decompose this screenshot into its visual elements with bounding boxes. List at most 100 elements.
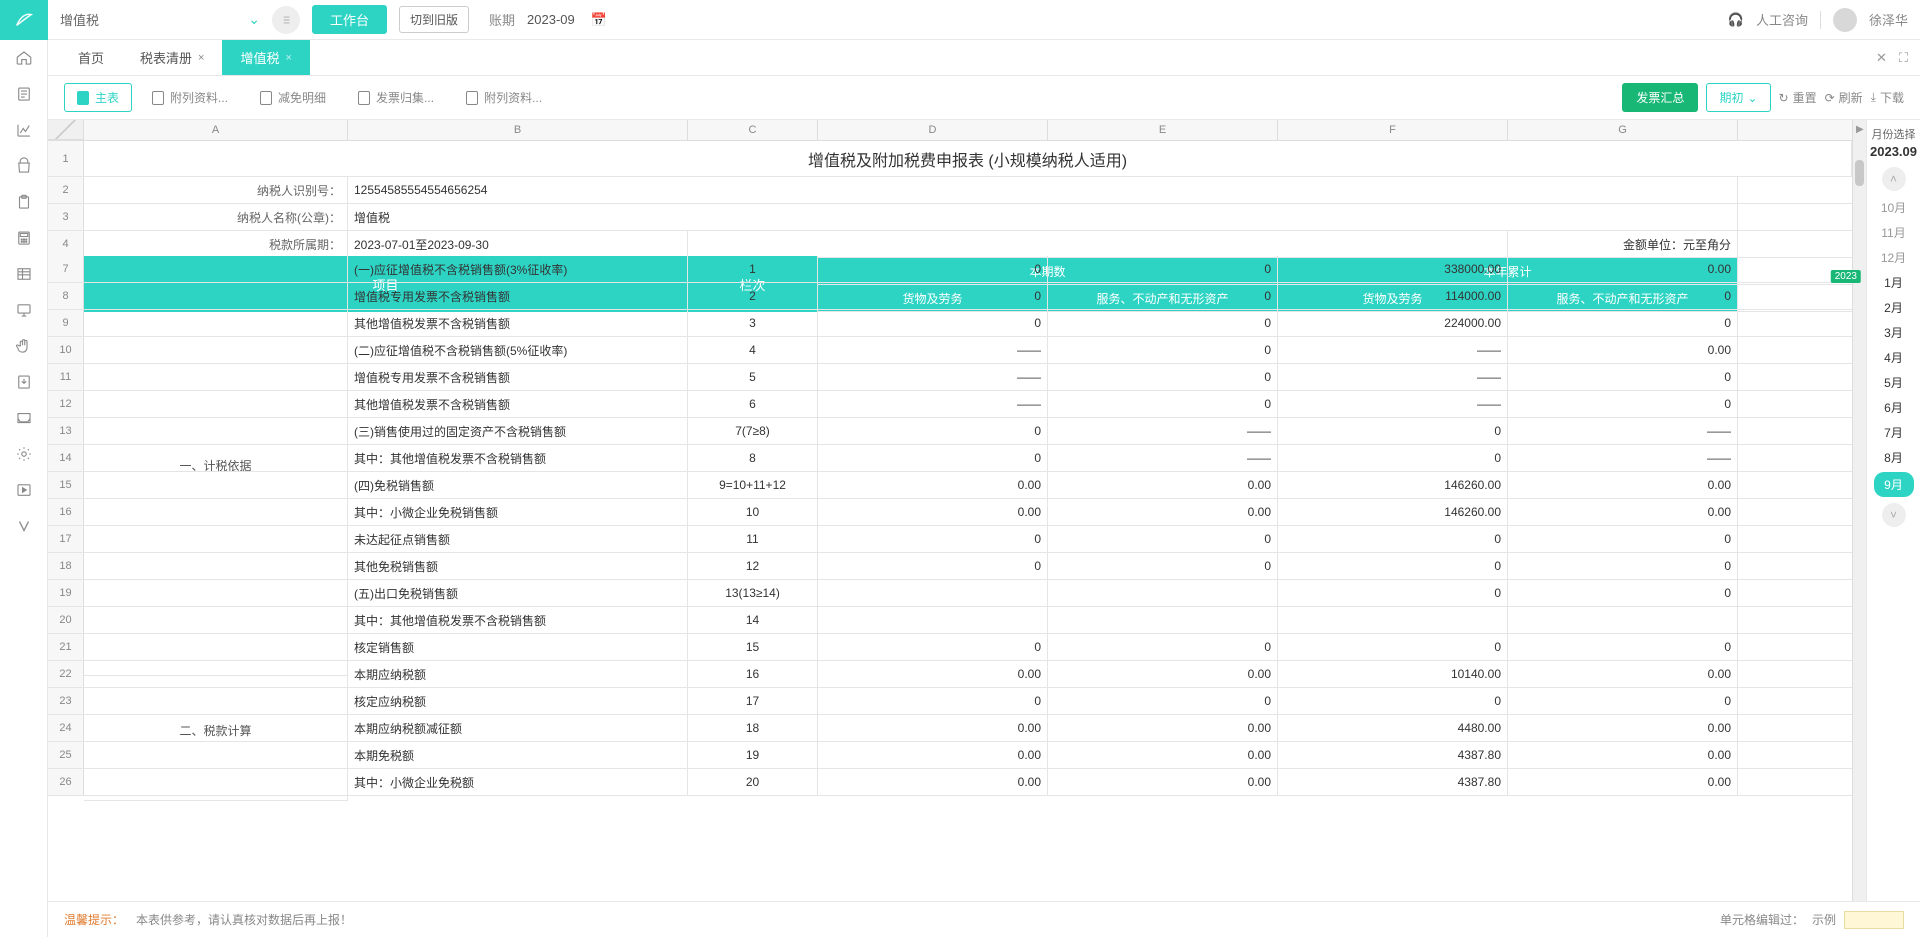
col-cell[interactable]: 2 — [688, 283, 818, 309]
tab-增值税[interactable]: 增值税× — [222, 40, 309, 75]
period-init-button[interactable]: 期初⌄ — [1706, 83, 1770, 112]
item-cell[interactable]: (五)出口免税销售额 — [348, 580, 688, 606]
item-cell[interactable]: (三)销售使用过的固定资产不含税销售额 — [348, 418, 688, 444]
col-cell[interactable]: 10 — [688, 499, 818, 525]
data-cell[interactable]: 0 — [1048, 283, 1278, 309]
data-cell[interactable]: —— — [1508, 445, 1738, 471]
col-cell[interactable]: 18 — [688, 715, 818, 741]
month-nav-up[interactable]: ˄ — [1882, 167, 1906, 191]
item-cell[interactable]: 增值税专用发票不含税销售额 — [348, 283, 688, 309]
data-cell[interactable]: 4387.80 — [1278, 742, 1508, 768]
row-header[interactable]: 14 — [48, 445, 84, 471]
data-cell[interactable]: 0.00 — [818, 661, 1048, 687]
col-cell[interactable]: 15 — [688, 634, 818, 660]
data-cell[interactable]: 0.00 — [1048, 661, 1278, 687]
list-icon[interactable] — [272, 6, 300, 34]
data-cell[interactable]: 338000.00 — [1278, 256, 1508, 282]
month-option[interactable]: 4月 — [1867, 345, 1920, 370]
data-cell[interactable]: 0.00 — [1048, 769, 1278, 795]
col-header[interactable]: A — [84, 120, 348, 140]
data-cell[interactable]: 114000.00 — [1278, 283, 1508, 309]
col-cell[interactable]: 3 — [688, 310, 818, 336]
data-cell[interactable]: 0 — [1048, 337, 1278, 363]
data-cell[interactable]: 0.00 — [818, 769, 1048, 795]
col-cell[interactable]: 13(13≥14) — [688, 580, 818, 606]
month-option[interactable]: 7月 — [1867, 420, 1920, 445]
data-cell[interactable]: 0.00 — [818, 715, 1048, 741]
data-cell[interactable]: 0 — [1048, 526, 1278, 552]
consult-link[interactable]: 人工咨询 — [1756, 10, 1808, 29]
data-cell[interactable] — [818, 580, 1048, 606]
row-header[interactable]: 20 — [48, 607, 84, 633]
col-header[interactable]: E — [1048, 120, 1278, 140]
data-cell[interactable]: 0.00 — [1508, 661, 1738, 687]
nav-gear-icon[interactable] — [0, 436, 48, 472]
data-cell[interactable]: —— — [1508, 418, 1738, 444]
row-header[interactable]: 9 — [48, 310, 84, 336]
data-cell[interactable]: 0 — [818, 445, 1048, 471]
month-option[interactable]: 6月 — [1867, 395, 1920, 420]
item-cell[interactable]: 本期免税额 — [348, 742, 688, 768]
row-header[interactable]: 13 — [48, 418, 84, 444]
data-cell[interactable]: 0 — [1508, 526, 1738, 552]
tab-税表清册[interactable]: 税表清册× — [122, 40, 222, 75]
nav-screen-icon[interactable] — [0, 292, 48, 328]
sheet-corner[interactable] — [48, 120, 84, 140]
data-cell[interactable]: 0 — [1048, 634, 1278, 660]
data-cell[interactable]: 0 — [1508, 688, 1738, 714]
data-cell[interactable]: 0 — [818, 634, 1048, 660]
data-cell[interactable]: 0 — [818, 256, 1048, 282]
data-cell[interactable]: 0 — [1278, 445, 1508, 471]
item-cell[interactable]: 其中：其他增值税发票不含税销售额 — [348, 607, 688, 633]
col-cell[interactable]: 7(7≥8) — [688, 418, 818, 444]
col-cell[interactable]: 8 — [688, 445, 818, 471]
month-option[interactable]: 3月 — [1867, 320, 1920, 345]
row-header[interactable]: 2 — [48, 177, 84, 203]
calendar-icon[interactable]: 📅 — [591, 12, 607, 28]
item-cell[interactable]: 未达起征点销售额 — [348, 526, 688, 552]
col-header[interactable]: G — [1508, 120, 1738, 140]
reset-button[interactable]: ↻重置 — [1779, 89, 1817, 106]
col-cell[interactable]: 17 — [688, 688, 818, 714]
data-cell[interactable]: 0 — [818, 688, 1048, 714]
col-cell[interactable]: 11 — [688, 526, 818, 552]
data-cell[interactable]: 0.00 — [1508, 256, 1738, 282]
data-cell[interactable]: 0 — [1278, 688, 1508, 714]
subtab-发票归集...[interactable]: 发票归集... — [346, 83, 446, 112]
nav-home-icon[interactable] — [0, 40, 48, 76]
data-cell[interactable]: 4387.80 — [1278, 769, 1508, 795]
subtab-减免明细[interactable]: 减免明细 — [248, 83, 338, 112]
data-cell[interactable]: 0.00 — [1508, 499, 1738, 525]
row-header[interactable]: 24 — [48, 715, 84, 741]
data-cell[interactable]: —— — [1278, 391, 1508, 417]
data-cell[interactable] — [1278, 607, 1508, 633]
tenant-selector[interactable]: 增值税 ⌄ — [60, 10, 260, 29]
data-cell[interactable]: 224000.00 — [1278, 310, 1508, 336]
data-cell[interactable]: 0 — [1278, 526, 1508, 552]
data-cell[interactable]: 0.00 — [1048, 499, 1278, 525]
row-header[interactable]: 22 — [48, 661, 84, 687]
data-cell[interactable]: 0 — [1278, 580, 1508, 606]
item-cell[interactable]: (四)免税销售额 — [348, 472, 688, 498]
nav-chart-icon[interactable] — [0, 112, 48, 148]
col-cell[interactable]: 12 — [688, 553, 818, 579]
data-cell[interactable]: —— — [1048, 418, 1278, 444]
data-cell[interactable]: 0.00 — [1508, 769, 1738, 795]
nav-hand-icon[interactable] — [0, 328, 48, 364]
data-cell[interactable]: 0 — [1508, 283, 1738, 309]
month-option[interactable]: 8月 — [1867, 445, 1920, 470]
item-cell[interactable]: 其他免税销售额 — [348, 553, 688, 579]
item-cell[interactable]: 其他增值税发票不含税销售额 — [348, 310, 688, 336]
col-cell[interactable]: 1 — [688, 256, 818, 282]
data-cell[interactable]: —— — [818, 364, 1048, 390]
row-header[interactable]: 10 — [48, 337, 84, 363]
col-cell[interactable]: 5 — [688, 364, 818, 390]
month-nav-down[interactable]: ˅ — [1882, 503, 1906, 527]
row-header[interactable]: 18 — [48, 553, 84, 579]
col-header[interactable]: F — [1278, 120, 1508, 140]
data-cell[interactable]: 0 — [1508, 580, 1738, 606]
month-option[interactable]: 5月 — [1867, 370, 1920, 395]
data-cell[interactable]: —— — [818, 391, 1048, 417]
data-cell[interactable]: 0.00 — [1508, 742, 1738, 768]
col-cell[interactable]: 6 — [688, 391, 818, 417]
